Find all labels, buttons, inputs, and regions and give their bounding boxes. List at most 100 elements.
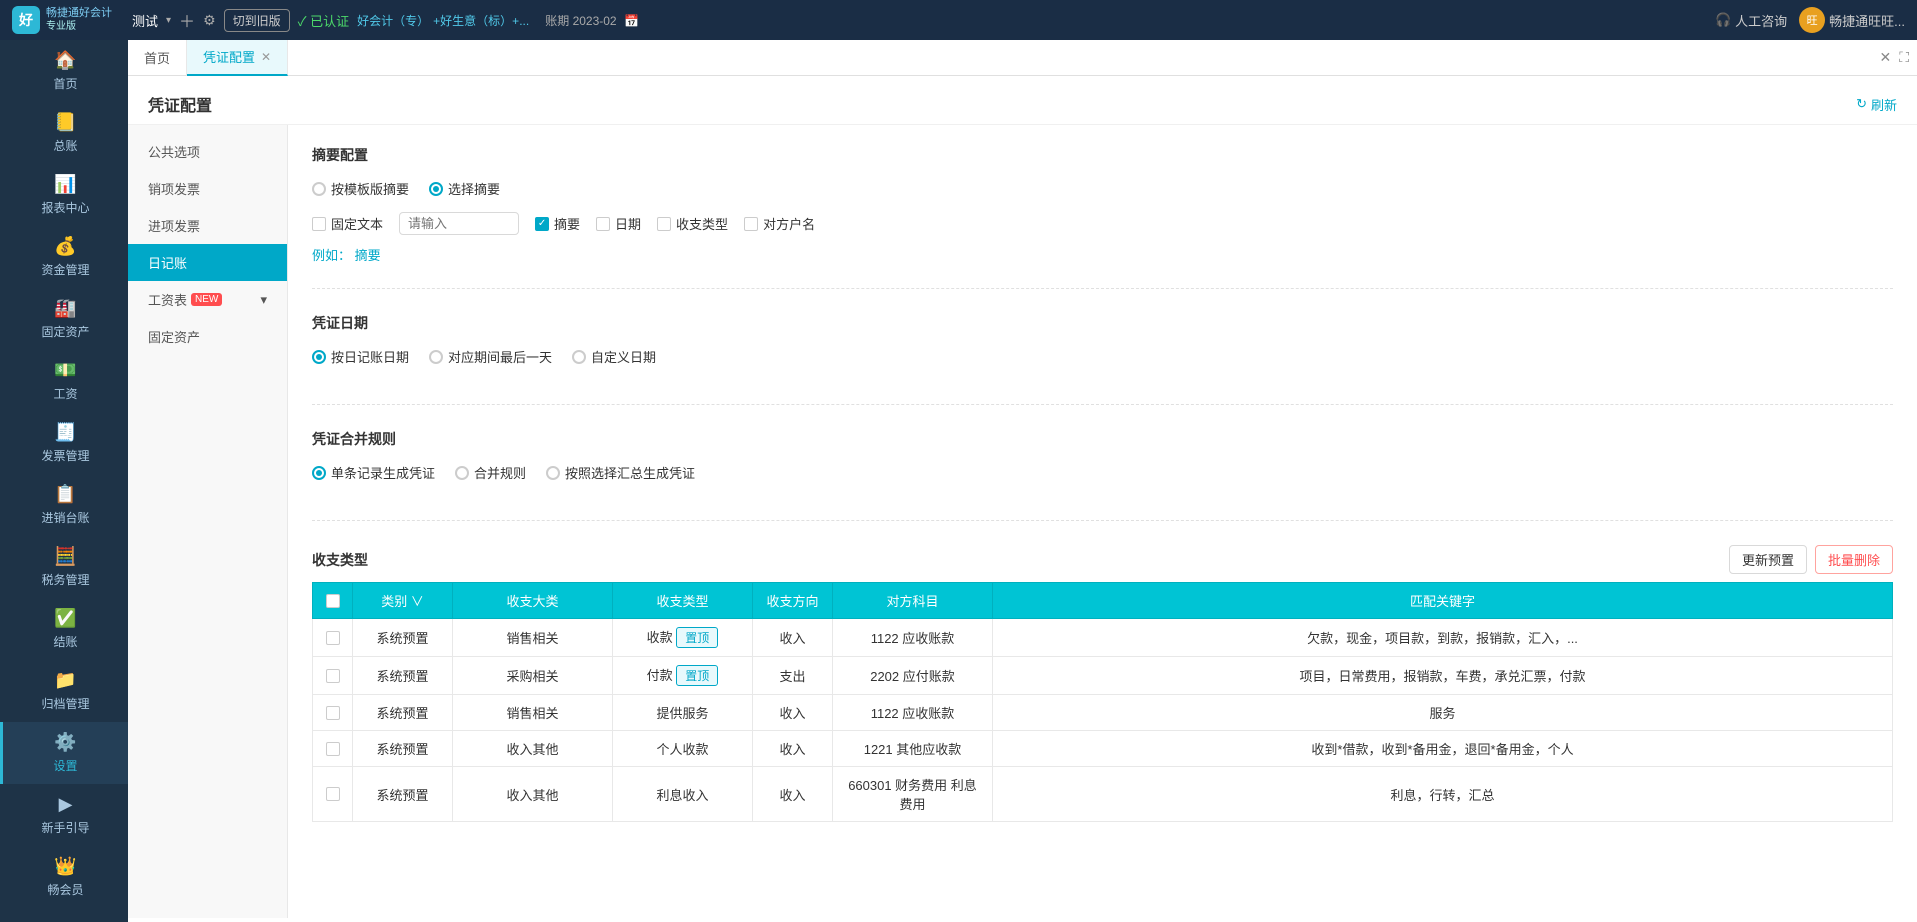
row-direction: 支出 <box>753 657 833 695</box>
archive-icon: 📁 <box>54 670 76 691</box>
checkbox-date[interactable]: 日期 <box>596 214 641 233</box>
reset-tag[interactable]: 置顶 <box>676 665 718 686</box>
calendar-icon[interactable]: 📅 <box>624 14 639 28</box>
stock-icon: 📋 <box>54 484 76 505</box>
row-checkbox[interactable] <box>326 669 340 683</box>
merge-rule-section: 凭证合并规则 单条记录生成凭证 合并规则 <box>312 429 1893 521</box>
sidebar-item-settings[interactable]: ⚙️ 设置 <box>0 722 128 784</box>
radio-custom-date[interactable]: 自定义日期 <box>572 347 656 366</box>
row-checkbox-cell[interactable] <box>313 657 353 695</box>
gear-icon[interactable]: ⚙ <box>203 12 216 29</box>
switch-version-button[interactable]: 切到旧版 <box>224 9 290 32</box>
table-row: 系统预置 销售相关 提供服务 收入 1122 应收账款 服务 <box>313 695 1893 731</box>
row-keyword: 收到*借款，收到*备用金，退回*备用金，个人 <box>993 731 1893 767</box>
home-icon: 🏠 <box>54 50 76 71</box>
row-checkbox[interactable] <box>326 631 340 645</box>
th-checkbox[interactable] <box>313 583 353 619</box>
update-preset-button[interactable]: 更新预置 <box>1729 545 1807 574</box>
page-header: 凭证配置 ↻ 刷新 <box>128 76 1917 125</box>
refresh-button[interactable]: ↻ 刷新 <box>1856 95 1897 114</box>
sidebar-item-close[interactable]: ✅ 结账 <box>0 598 128 660</box>
service-btn[interactable]: 🎧 人工咨询 <box>1715 11 1787 30</box>
table-row: 系统预置 收入其他 利息收入 收入 660301 财务费用 利息费用 利息，行转… <box>313 767 1893 822</box>
row-checkbox-cell[interactable] <box>313 767 353 822</box>
ledger-icon: 📒 <box>54 112 76 133</box>
checkbox-summary[interactable]: ✓ 摘要 <box>535 214 580 233</box>
user-menu[interactable]: 旺 畅捷通旺旺... <box>1799 7 1905 33</box>
top-bar-right: 🎧 人工咨询 旺 畅捷通旺旺... <box>1715 7 1905 33</box>
left-nav-sales-invoice[interactable]: 销项发票 <box>128 170 287 207</box>
income-expense-title: 收支类型 <box>312 550 368 570</box>
left-nav-fixed-assets[interactable]: 固定资产 <box>128 318 287 355</box>
row-checkbox-cell[interactable] <box>313 731 353 767</box>
row-checkbox-cell[interactable] <box>313 695 353 731</box>
row-category: 系统预置 <box>353 695 453 731</box>
add-icon[interactable]: ＋ <box>179 8 195 32</box>
row-big-type: 收入其他 <box>453 731 613 767</box>
summary-config-section: 摘要配置 按模板版摘要 选择摘要 <box>312 145 1893 289</box>
sidebar-item-guide[interactable]: ▶ 新手引导 <box>0 784 128 846</box>
row-big-type: 销售相关 <box>453 695 613 731</box>
radio-single-record[interactable]: 单条记录生成凭证 <box>312 463 435 482</box>
sidebar-item-ledger[interactable]: 📒 总账 <box>0 102 128 164</box>
row-direction: 收入 <box>753 619 833 657</box>
row-category: 系统预置 <box>353 731 453 767</box>
sidebar-item-home[interactable]: 🏠 首页 <box>0 40 128 102</box>
row-keyword: 服务 <box>993 695 1893 731</box>
radio-summary-generate[interactable]: 按照选择汇总生成凭证 <box>546 463 695 482</box>
window-close-icon[interactable]: ✕ <box>1879 49 1891 66</box>
sidebar-item-report[interactable]: 📊 报表中心 <box>0 164 128 226</box>
radio-merge-rule[interactable]: 合并规则 <box>455 463 526 482</box>
env-arrow-icon[interactable]: ▾ <box>166 15 171 26</box>
sidebar-item-assets[interactable]: 🏭 固定资产 <box>0 288 128 350</box>
select-all-checkbox[interactable] <box>326 594 340 608</box>
left-nav-purchase-invoice[interactable]: 进项发票 <box>128 207 287 244</box>
left-nav-salary-sheet[interactable]: 工资表 NEW ▾ <box>128 281 287 318</box>
tab-close-icon[interactable]: ✕ <box>261 50 271 64</box>
batch-delete-button[interactable]: 批量删除 <box>1815 545 1893 574</box>
checkbox-fixed-text[interactable]: 固定文本 <box>312 214 383 233</box>
sidebar-item-archive[interactable]: 📁 归档管理 <box>0 660 128 722</box>
th-category: 类别 ∨ <box>353 583 453 619</box>
settings-icon: ⚙️ <box>54 732 76 753</box>
checkbox-counterpart[interactable]: 对方户名 <box>744 214 815 233</box>
income-expense-section: 收支类型 更新预置 批量删除 <box>312 545 1893 846</box>
row-checkbox[interactable] <box>326 787 340 801</box>
logo-text: 畅捷通好会计 专业版 <box>46 7 112 32</box>
left-nav-diary[interactable]: 日记账 <box>128 244 287 281</box>
example-text: 例如： 摘要 <box>312 245 1893 264</box>
radio-select-summary[interactable]: 选择摘要 <box>429 179 500 198</box>
income-expense-table: 类别 ∨ 收支大类 收支类型 收支方向 对方科目 匹配关键字 <box>312 582 1893 822</box>
sidebar-item-invoice[interactable]: 🧾 发票管理 <box>0 412 128 474</box>
row-checkbox[interactable] <box>326 742 340 756</box>
reset-tag[interactable]: 置顶 <box>676 627 718 648</box>
fixed-text-input[interactable] <box>399 212 519 235</box>
checkbox-date-box <box>596 217 610 231</box>
sidebar-item-stock[interactable]: 📋 进销台账 <box>0 474 128 536</box>
left-nav-public[interactable]: 公共选项 <box>128 133 287 170</box>
row-type: 个人收款 <box>613 731 753 767</box>
radio-period-last-day[interactable]: 对应期间最后一天 <box>429 347 552 366</box>
sidebar-item-tax[interactable]: 🧮 税务管理 <box>0 536 128 598</box>
checkbox-summary-box: ✓ <box>535 217 549 231</box>
sidebar-item-member[interactable]: 👑 畅会员 <box>0 846 128 908</box>
tab-bar: 首页 凭证配置 ✕ ✕ ⛶ <box>128 40 1917 76</box>
tab-home[interactable]: 首页 <box>128 40 187 76</box>
fund-icon: 💰 <box>54 236 76 257</box>
row-checkbox[interactable] <box>326 706 340 720</box>
row-type: 利息收入 <box>613 767 753 822</box>
row-checkbox-cell[interactable] <box>313 619 353 657</box>
merge-rule-radio-group: 单条记录生成凭证 合并规则 按照选择汇总生成凭证 <box>312 463 1893 482</box>
radio-template-summary[interactable]: 按模板版摘要 <box>312 179 409 198</box>
tab-voucher-config[interactable]: 凭证配置 ✕ <box>187 40 288 76</box>
inner-layout: 公共选项 销项发票 进项发票 日记账 工资表 NEW ▾ <box>128 125 1917 918</box>
invoice-icon: 🧾 <box>54 422 76 443</box>
headset-icon: 🎧 <box>1715 12 1731 28</box>
sidebar-item-fund[interactable]: 💰 资金管理 <box>0 226 128 288</box>
row-big-type: 收入其他 <box>453 767 613 822</box>
radio-diary-date[interactable]: 按日记账日期 <box>312 347 409 366</box>
radio-single-record-dot <box>312 466 326 480</box>
sidebar-item-salary[interactable]: 💵 工资 <box>0 350 128 412</box>
checkbox-type[interactable]: 收支类型 <box>657 214 728 233</box>
window-expand-icon[interactable]: ⛶ <box>1899 49 1909 66</box>
